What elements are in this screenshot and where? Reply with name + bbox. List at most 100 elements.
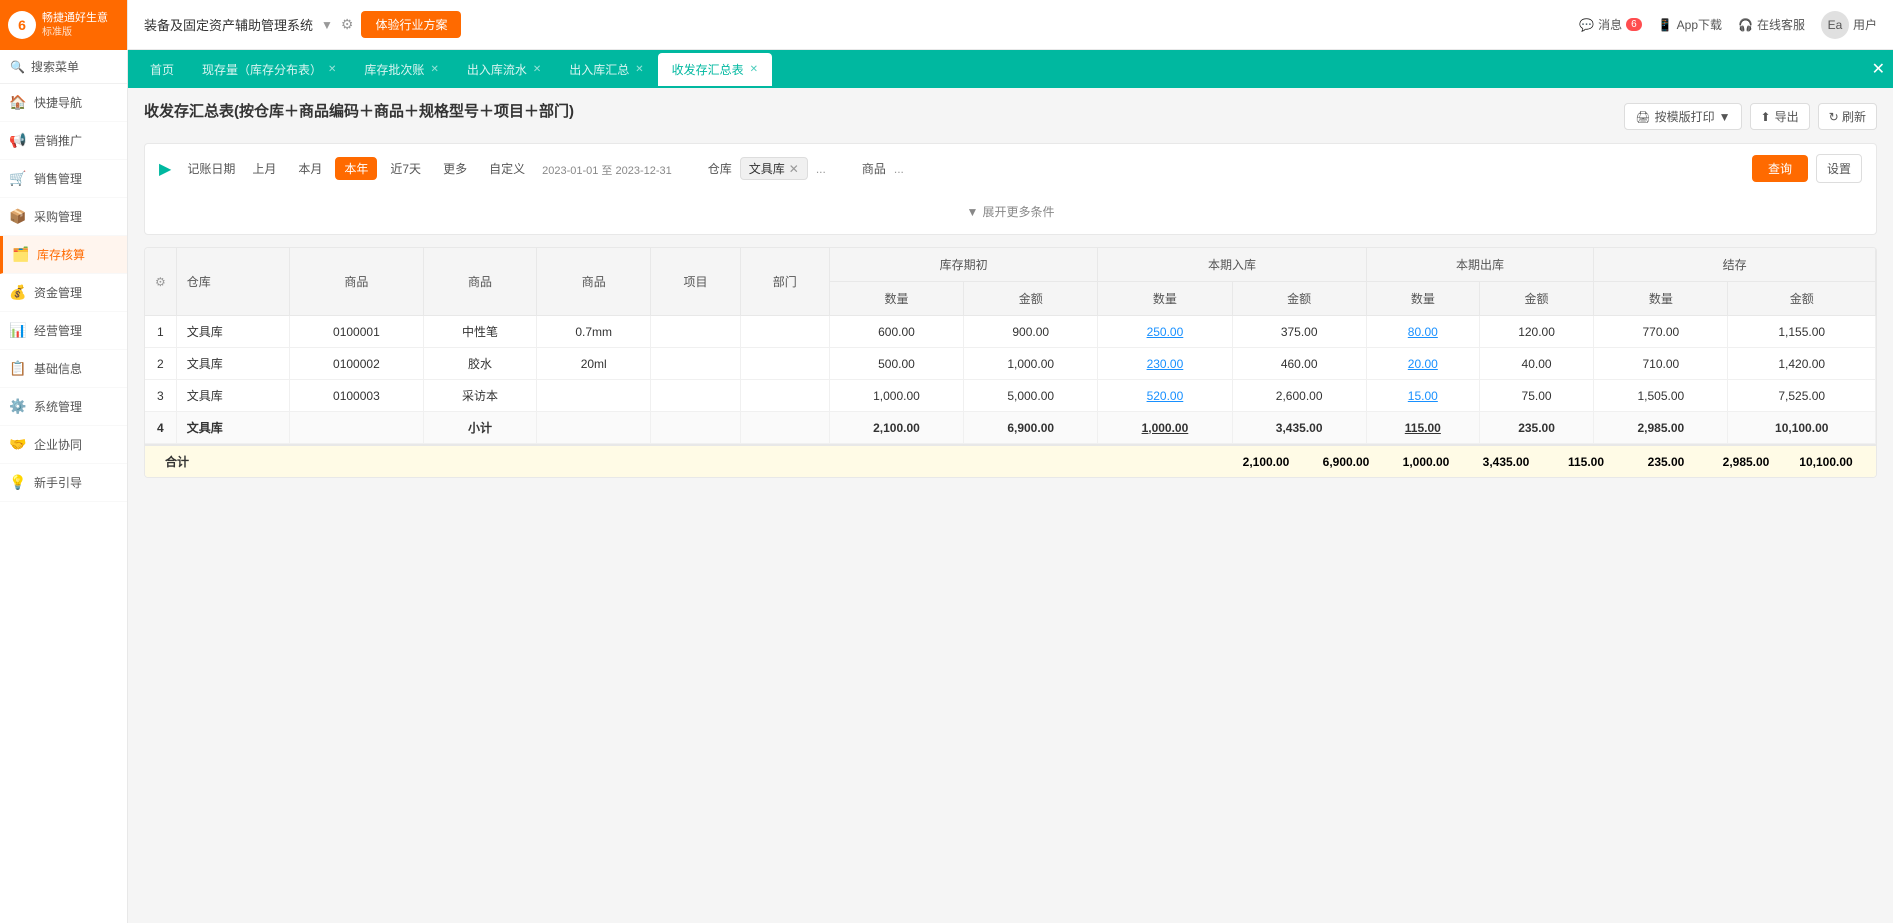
footer-out-amt: 235.00	[1626, 455, 1706, 469]
online-service-item[interactable]: 🎧 在线客服	[1738, 16, 1805, 33]
main-content: 装备及固定资产辅助管理系统 ▼ ⚙ 体验行业方案 💬 消息 6 📱 App下载 …	[128, 0, 1893, 923]
sidebar-item-sales[interactable]: 🛒 销售管理	[0, 160, 127, 198]
purchase-icon: 📦	[10, 209, 26, 225]
logo-icon: 6	[8, 11, 36, 39]
th-out-amt: 金额	[1479, 282, 1593, 316]
cell-out-qty[interactable]: 15.00	[1366, 380, 1479, 412]
sidebar-item-system[interactable]: ⚙️ 系统管理	[0, 388, 127, 426]
filter-warehouse-tag[interactable]: 文具库 ✕	[740, 157, 808, 180]
cell-product-code	[289, 412, 423, 444]
th-group-balance: 结存	[1594, 248, 1876, 282]
sidebar-item-quick[interactable]: 🏠 快捷导航	[0, 84, 127, 122]
table-footer: 合计 2,100.00 6,900.00 1,000.00 3,435.00 1…	[145, 444, 1876, 477]
tab-inout-summary[interactable]: 出入库汇总 ✕	[555, 53, 657, 86]
filter-last-month-btn[interactable]: 上月	[243, 157, 285, 180]
filter-more-btn[interactable]: 更多	[434, 157, 476, 180]
filter-custom-btn[interactable]: 自定义	[480, 157, 534, 180]
print-btn[interactable]: 🖨 按模版打印 ▼	[1624, 103, 1741, 130]
sidebar-item-operations[interactable]: 📊 经营管理	[0, 312, 127, 350]
cell-in-qty[interactable]: 250.00	[1098, 316, 1232, 348]
footer-in-qty: 1,000.00	[1386, 455, 1466, 469]
filter-warehouse-label: 仓库	[708, 160, 732, 177]
tab-close-icon[interactable]: ✕	[430, 64, 438, 75]
page-title: 收发存汇总表(按仓库＋商品编码＋商品＋规格型号＋项目＋部门)	[144, 100, 574, 121]
cell-open-qty: 500.00	[829, 348, 963, 380]
filter-collapse-btn[interactable]: ▶	[159, 159, 171, 179]
finance-icon: 💰	[10, 285, 26, 301]
query-btn[interactable]: 查询	[1752, 155, 1808, 182]
th-group-open: 库存期初	[829, 248, 1097, 282]
expand-icon: ▼	[967, 205, 979, 219]
tab-batch-account[interactable]: 库存批次账 ✕	[350, 53, 452, 86]
app-download-item[interactable]: 📱 App下载	[1658, 16, 1722, 33]
cell-warehouse: 文具库	[176, 348, 289, 380]
summary-table: ⚙ 仓库 商品 商品 商品	[145, 248, 1876, 444]
sidebar-item-finance[interactable]: 💰 资金管理	[0, 274, 127, 312]
filter-warehouse-more[interactable]: ...	[816, 162, 826, 176]
sidebar-item-purchase[interactable]: 📦 采购管理	[0, 198, 127, 236]
cell-product-name: 采访本	[424, 380, 537, 412]
export-btn[interactable]: ⬆ 导出	[1750, 103, 1810, 130]
cell-product-code: 0100002	[289, 348, 423, 380]
cell-in-qty[interactable]: 230.00	[1098, 348, 1232, 380]
cell-in-amt: 375.00	[1232, 316, 1366, 348]
search-icon: 🔍	[10, 60, 25, 74]
filter-product-more[interactable]: ...	[894, 162, 904, 176]
th-out-qty: 数量	[1366, 282, 1479, 316]
tab-close-icon[interactable]: ✕	[635, 64, 643, 75]
sidebar-item-guide[interactable]: 💡 新手引导	[0, 464, 127, 502]
filter-this-year-btn[interactable]: 本年	[335, 157, 377, 180]
user-item[interactable]: Ea 用户	[1821, 11, 1877, 39]
tab-inventory-dist[interactable]: 现存量（库存分布表） ✕	[188, 53, 350, 86]
cell-out-qty[interactable]: 80.00	[1366, 316, 1479, 348]
tab-close-icon[interactable]: ✕	[328, 64, 336, 75]
dropdown-arrow: ▼	[1719, 110, 1731, 124]
message-item[interactable]: 💬 消息 6	[1579, 16, 1642, 33]
sidebar-item-enterprise[interactable]: 🤝 企业协同	[0, 426, 127, 464]
tab-home[interactable]: 首页	[136, 53, 188, 86]
th-project: 项目	[651, 248, 740, 316]
tab-stock-summary[interactable]: 收发存汇总表 ✕	[658, 53, 772, 86]
cell-bal-amt: 1,420.00	[1728, 348, 1876, 380]
page-actions: 🖨 按模版打印 ▼ ⬆ 导出 ↻ 刷新	[1624, 103, 1877, 130]
filter-warehouse-close-icon[interactable]: ✕	[789, 162, 799, 176]
tab-close-icon[interactable]: ✕	[533, 64, 541, 75]
tab-inout-flow[interactable]: 出入库流水 ✕	[453, 53, 555, 86]
cell-out-qty[interactable]: 20.00	[1366, 348, 1479, 380]
trial-btn[interactable]: 体验行业方案	[361, 11, 461, 38]
cell-in-amt: 3,435.00	[1232, 412, 1366, 444]
cell-product-spec: 0.7mm	[537, 316, 651, 348]
settings-icon[interactable]: ⚙	[341, 16, 354, 33]
cell-out-amt: 235.00	[1479, 412, 1593, 444]
th-bal-qty: 数量	[1594, 282, 1728, 316]
sidebar-item-inventory[interactable]: 🗂️ 库存核算	[0, 236, 127, 274]
cell-out-amt: 120.00	[1479, 316, 1593, 348]
cell-open-qty: 1,000.00	[829, 380, 963, 412]
cell-bal-amt: 7,525.00	[1728, 380, 1876, 412]
sidebar-search[interactable]: 🔍 搜索菜单	[0, 50, 127, 84]
sidebar-item-basic[interactable]: 📋 基础信息	[0, 350, 127, 388]
cell-department	[740, 412, 829, 444]
filter-this-month-btn[interactable]: 本月	[289, 157, 331, 180]
tabs-close-all[interactable]: ✕	[1872, 59, 1885, 79]
filter-setting-btn[interactable]: 设置	[1816, 154, 1862, 183]
table-settings-icon[interactable]: ⚙	[155, 275, 166, 289]
cell-department	[740, 348, 829, 380]
expand-btn[interactable]: ▼ 展开更多条件	[967, 203, 1055, 220]
cell-bal-qty: 770.00	[1594, 316, 1728, 348]
tab-close-icon[interactable]: ✕	[750, 64, 758, 75]
refresh-btn[interactable]: ↻ 刷新	[1818, 103, 1877, 130]
sidebar-item-marketing[interactable]: 📢 营销推广	[0, 122, 127, 160]
cell-in-amt: 460.00	[1232, 348, 1366, 380]
cell-out-qty: 115.00	[1366, 412, 1479, 444]
cell-product-code: 0100001	[289, 316, 423, 348]
th-product-code: 商品	[289, 248, 423, 316]
filter-7days-btn[interactable]: 近7天	[381, 157, 430, 180]
cell-in-qty[interactable]: 520.00	[1098, 380, 1232, 412]
message-icon: 💬	[1579, 18, 1594, 32]
cell-product-spec	[537, 412, 651, 444]
footer-bal-qty: 2,985.00	[1706, 455, 1786, 469]
cell-product-spec	[537, 380, 651, 412]
cell-row-num: 2	[145, 348, 176, 380]
cell-bal-amt: 1,155.00	[1728, 316, 1876, 348]
